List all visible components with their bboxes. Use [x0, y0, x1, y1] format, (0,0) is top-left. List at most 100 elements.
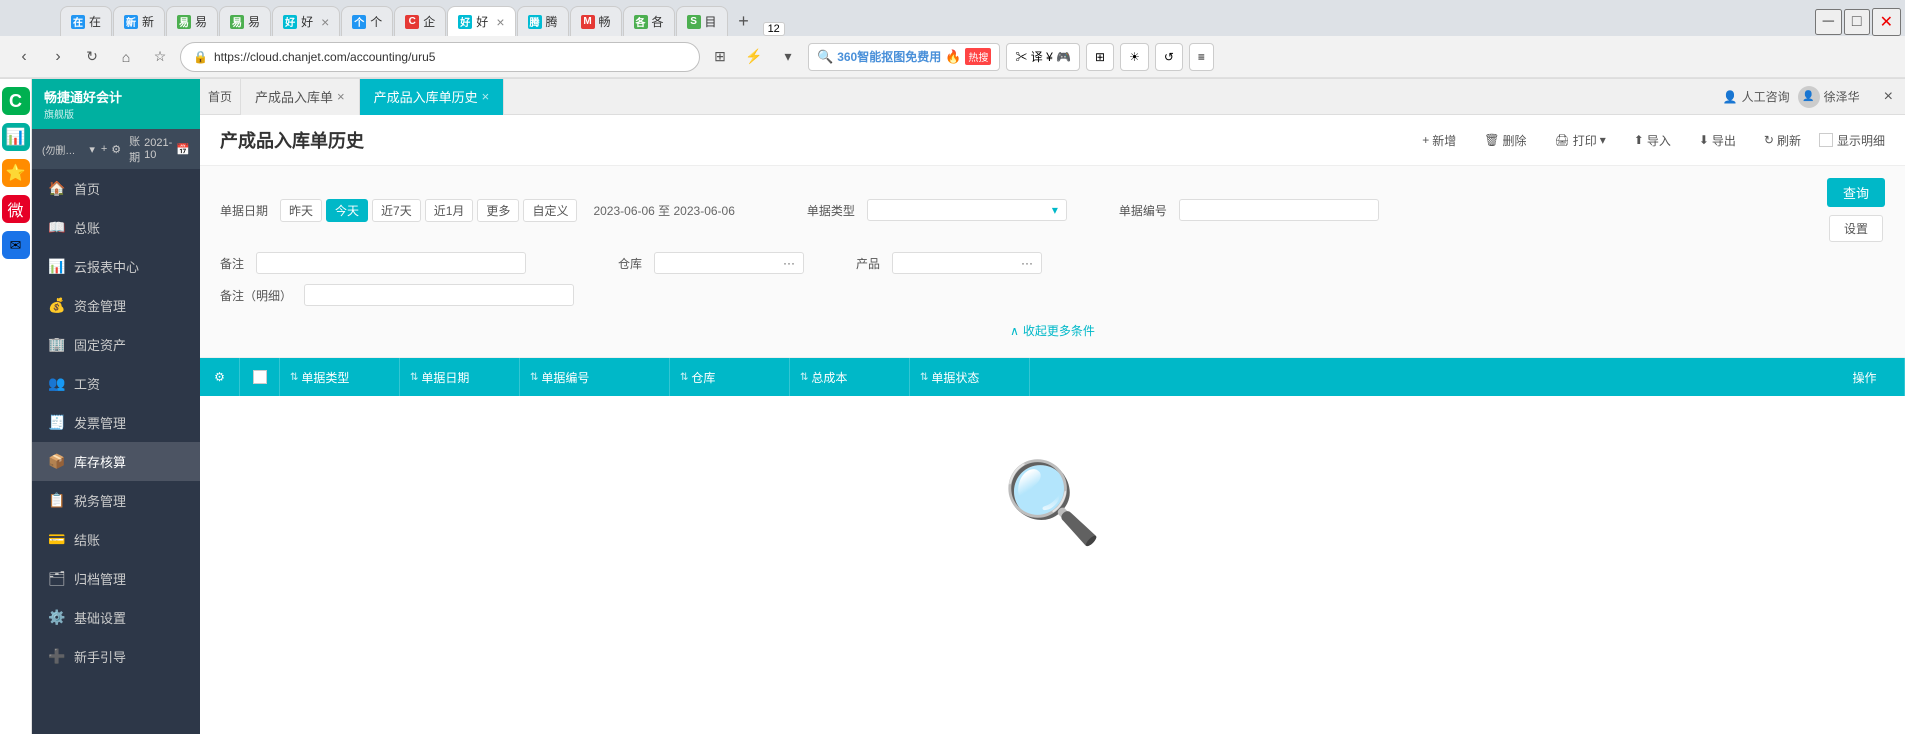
collapse-button[interactable]: ∧ 收起更多条件 [220, 316, 1885, 345]
layout-tool[interactable]: ⊞ [1086, 43, 1114, 71]
tab-4[interactable]: 易 易 [219, 6, 271, 36]
th-status[interactable]: ⇅ 单据状态 [910, 358, 1030, 396]
app-icon-teal[interactable]: 📊 [2, 123, 30, 151]
app-icon-main[interactable]: C [2, 87, 30, 115]
dropdown-button[interactable]: ▾ [774, 43, 802, 71]
minimize-button[interactable]: ─ [1815, 9, 1842, 35]
export-label: 导出 [1712, 132, 1736, 149]
inner-tab-history-close[interactable]: × [482, 89, 490, 104]
breadcrumb-home[interactable]: 首页 [208, 88, 232, 105]
remark-input[interactable] [256, 252, 526, 274]
settings-tool[interactable]: ≡ [1189, 43, 1214, 71]
inner-tab-list[interactable]: 产成品入库单 × [241, 79, 360, 115]
bookmark-button[interactable]: ☆ [146, 43, 174, 71]
back-button[interactable]: ‹ [10, 43, 38, 71]
nav-item-payroll[interactable]: 👥 工资 [32, 364, 200, 403]
th-cost[interactable]: ⇅ 总成本 [790, 358, 910, 396]
warehouse-select[interactable]: ··· [654, 252, 804, 274]
nav-item-inventory[interactable]: 📦 库存核算 [32, 442, 200, 481]
sun-tool[interactable]: ☀ [1120, 43, 1149, 71]
remark-detail-input[interactable] [304, 284, 574, 306]
nav-item-guide[interactable]: ➕ 新手引导 [32, 637, 200, 676]
nav-item-tax[interactable]: 📋 税务管理 [32, 481, 200, 520]
nav-item-archive[interactable]: 🗂 归档管理 [32, 559, 200, 598]
tab-1[interactable]: 在 在 [60, 6, 112, 36]
th-type[interactable]: ⇅ 单据类型 [280, 358, 400, 396]
cut-tool[interactable]: ✂ 译 ¥ 🎮 [1006, 43, 1080, 71]
settings-icon[interactable]: ⚙ [111, 143, 121, 156]
lightning-button[interactable]: ⚡ [740, 43, 768, 71]
tab-6[interactable]: 个 个 [341, 6, 393, 36]
nav-item-checkout-label: 结账 [74, 530, 100, 549]
inner-tab-list-close[interactable]: × [337, 89, 345, 104]
app-icon-orange[interactable]: ⭐ [2, 159, 30, 187]
nav-item-checkout[interactable]: 💳 结账 [32, 520, 200, 559]
address-input[interactable]: 🔒 https://cloud.chanjet.com/accounting/u… [180, 42, 700, 72]
close-window-button[interactable]: ✕ [1872, 8, 1901, 36]
date-btn-today[interactable]: 今天 [326, 199, 368, 222]
voucher-type-select[interactable]: ▾ [867, 199, 1067, 221]
tab-7-label: 企 [423, 13, 435, 30]
tab-12[interactable]: S 目 [676, 6, 728, 36]
tab-9[interactable]: 腾 腾 [517, 6, 569, 36]
header-checkbox[interactable] [253, 370, 267, 384]
th-settings[interactable]: ⚙ [200, 358, 240, 396]
tab-10[interactable]: M 畅 [570, 6, 622, 36]
tab-8-close[interactable]: × [496, 15, 504, 29]
display-checkbox[interactable] [1819, 133, 1833, 147]
tab-5[interactable]: 好 好 × [272, 6, 340, 36]
tab-2[interactable]: 新 新 [113, 6, 165, 36]
print-button[interactable]: 🖨 打印 ▾ [1544, 128, 1615, 153]
empty-state: 🔍 [200, 396, 1905, 610]
tab-5-close[interactable]: × [321, 15, 329, 29]
new-tab-button[interactable]: + [729, 6, 759, 36]
add-button[interactable]: + 新增 [1412, 128, 1466, 153]
add-icon[interactable]: + [101, 143, 107, 155]
export-button[interactable]: ⬇ 导出 [1689, 128, 1746, 153]
delete-button[interactable]: 🗑 删除 [1474, 128, 1536, 153]
reports-icon: 📊 [48, 258, 66, 275]
nav-item-invoice[interactable]: 🧾 发票管理 [32, 403, 200, 442]
extensions-button[interactable]: ⊞ [706, 43, 734, 71]
refresh-button[interactable]: ↻ [78, 43, 106, 71]
period-dropdown-icon[interactable]: ▾ [89, 143, 95, 156]
nav-item-reports[interactable]: 📊 云报表中心 [32, 247, 200, 286]
voucher-no-input[interactable] [1179, 199, 1379, 221]
page-close-button[interactable]: × [1872, 88, 1905, 106]
nav-item-base[interactable]: ⚙️ 基础设置 [32, 598, 200, 637]
forward-button[interactable]: › [44, 43, 72, 71]
nav-item-home[interactable]: 🏠 首页 [32, 169, 200, 208]
tab-7[interactable]: C 企 [394, 6, 446, 36]
nav-item-ledger[interactable]: 📖 总账 [32, 208, 200, 247]
tab-3[interactable]: 易 易 [166, 6, 218, 36]
maximize-button[interactable]: □ [1844, 9, 1870, 35]
product-select[interactable]: ··· [892, 252, 1042, 274]
th-warehouse[interactable]: ⇅ 仓库 [670, 358, 790, 396]
th-no[interactable]: ⇅ 单据编号 [520, 358, 670, 396]
date-btn-yesterday[interactable]: 昨天 [280, 199, 322, 222]
tab-11[interactable]: 各 各 [623, 6, 675, 36]
date-btn-1month[interactable]: 近1月 [425, 199, 474, 222]
rotate-tool[interactable]: ↺ [1155, 43, 1183, 71]
period-company: (勿删勿禁用）江西豫宝测试专用 [42, 142, 85, 157]
date-btn-7days[interactable]: 近7天 [372, 199, 421, 222]
tab-6-icon: 个 [352, 15, 366, 29]
inner-tab-list-label: 产成品入库单 [255, 87, 333, 106]
app-icon-red[interactable]: 微 [2, 195, 30, 223]
refresh-page-button[interactable]: ↻ 刷新 [1754, 128, 1811, 153]
th-checkbox[interactable] [240, 358, 280, 396]
import-button[interactable]: ⬆ 导入 [1624, 128, 1681, 153]
search-box[interactable]: 🔍 360智能抠图免费用 🔥 热搜 [808, 43, 1000, 71]
th-date[interactable]: ⇅ 单据日期 [400, 358, 520, 396]
ai-consult-button[interactable]: 👤 人工咨询 [1723, 88, 1790, 105]
query-button[interactable]: 查询 [1827, 178, 1885, 207]
home-button[interactable]: ⌂ [112, 43, 140, 71]
nav-item-assets[interactable]: 🏢 固定资产 [32, 325, 200, 364]
date-btn-custom[interactable]: 自定义 [523, 199, 577, 222]
filter-settings-button[interactable]: 设置 [1829, 215, 1883, 242]
inner-tab-history[interactable]: 产成品入库单历史 × [360, 79, 505, 115]
nav-item-funds[interactable]: 💰 资金管理 [32, 286, 200, 325]
date-btn-more[interactable]: 更多 [477, 199, 519, 222]
tab-8[interactable]: 好 好 × [447, 6, 515, 36]
app-icon-blue[interactable]: ✉ [2, 231, 30, 259]
